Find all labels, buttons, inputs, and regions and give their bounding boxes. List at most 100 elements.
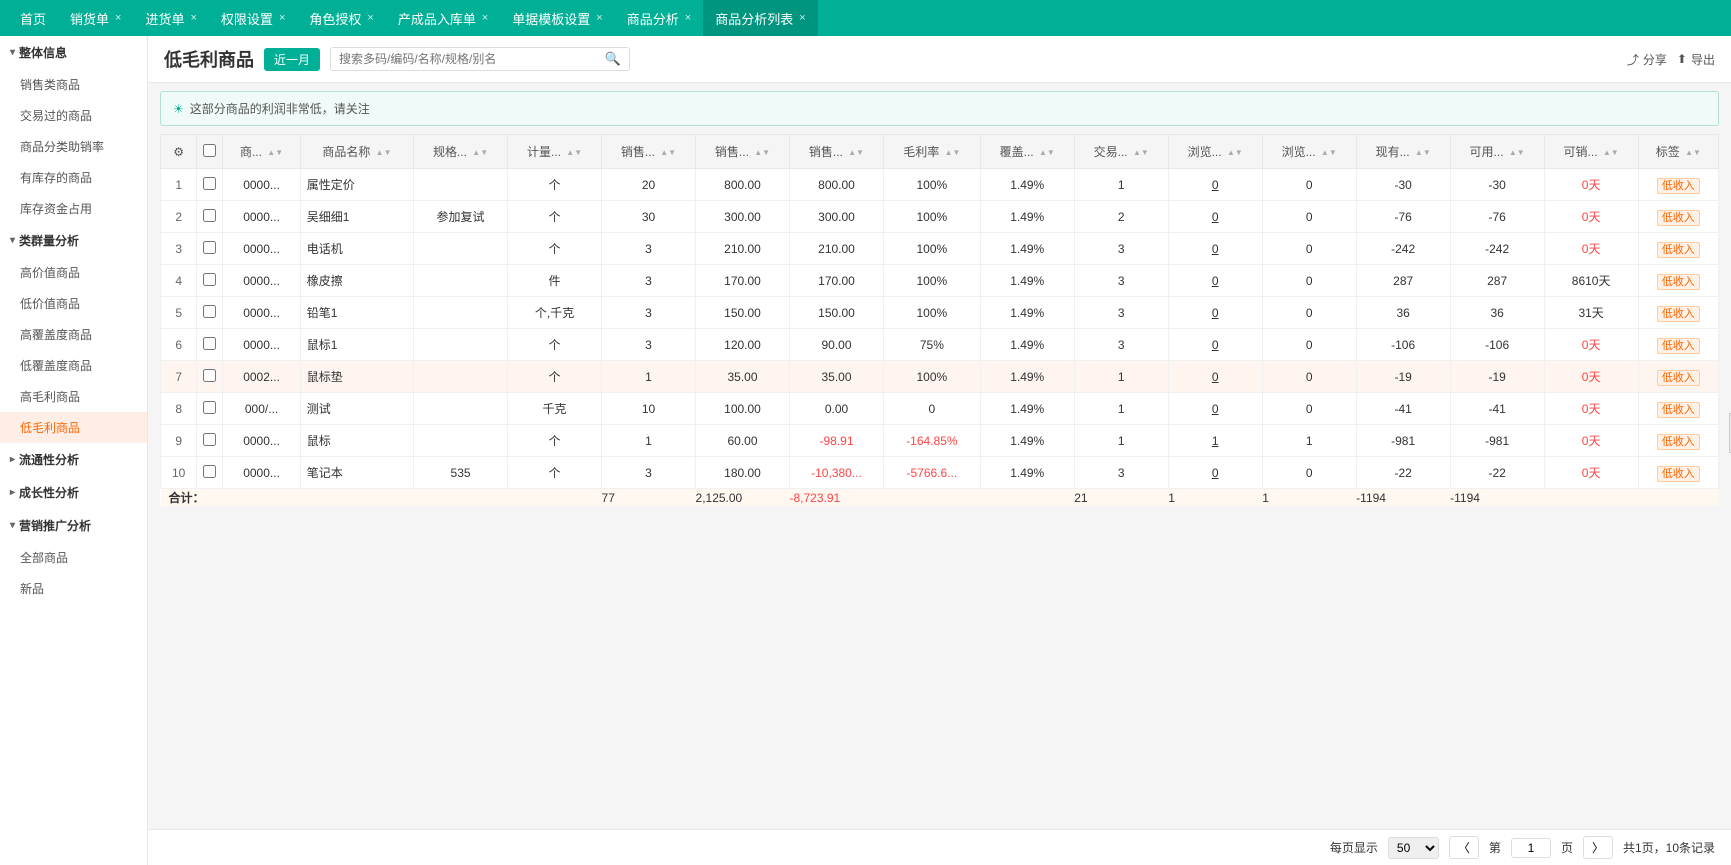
sidebar-section-overall[interactable]: ▾ 整体信息 [0,36,147,69]
nav-product-entry[interactable]: 产成品入库单 × [386,0,500,36]
row-checkbox[interactable] [197,361,223,393]
row-unit: 个 [508,201,602,233]
row-spec [414,265,508,297]
sidebar-item-stocked-goods[interactable]: 有库存的商品 [0,162,147,193]
row-browse1[interactable]: 0 [1168,329,1262,361]
row-browse1[interactable]: 0 [1168,457,1262,489]
col-name[interactable]: 商品名称 ▲▼ [300,135,413,169]
col-checkbox-all[interactable] [197,135,223,169]
row-checkbox[interactable] [197,201,223,233]
row-select-checkbox[interactable] [203,241,216,254]
page-input[interactable] [1511,838,1551,858]
row-browse1[interactable]: 1 [1168,425,1262,457]
search-input[interactable] [339,52,605,66]
col-spec[interactable]: 规格... ▲▼ [414,135,508,169]
sidebar-item-high-coverage[interactable]: 高覆盖度商品 [0,319,147,350]
nav-purchase-close[interactable]: × [190,12,196,24]
sidebar-item-low-value[interactable]: 低价值商品 [0,288,147,319]
select-all-checkbox[interactable] [203,144,216,157]
nav-goods-analysis-list-close[interactable]: × [799,12,805,24]
row-select-checkbox[interactable] [203,273,216,286]
nav-sales-close[interactable]: × [115,12,121,24]
row-checkbox[interactable] [197,457,223,489]
col-transaction[interactable]: 交易... ▲▼ [1074,135,1168,169]
row-checkbox[interactable] [197,329,223,361]
col-gross-margin[interactable]: 毛利率 ▲▼ [883,135,980,169]
share-button[interactable]: ⤴ 分享 [1627,51,1667,68]
row-select-checkbox[interactable] [203,401,216,414]
nav-goods-analysis[interactable]: 商品分析 × [615,0,703,36]
row-code: 0000... [223,297,300,329]
row-select-checkbox[interactable] [203,209,216,222]
date-filter-button[interactable]: 近一月 [264,48,320,71]
sidebar-item-stock-funds[interactable]: 库存资金占用 [0,193,147,224]
col-unit[interactable]: 计量... ▲▼ [508,135,602,169]
sidebar-item-all-goods[interactable]: 全部商品 [0,542,147,573]
per-page-select[interactable]: 50 100 200 [1388,837,1439,859]
nav-role-close[interactable]: × [367,12,373,24]
sidebar-item-category-sales-rate[interactable]: 商品分类助销率 [0,131,147,162]
nav-goods-analysis-close[interactable]: × [685,12,691,24]
col-sale-qty[interactable]: 销售... ▲▼ [602,135,696,169]
row-checkbox[interactable] [197,297,223,329]
col-browse1[interactable]: 浏览... ▲▼ [1168,135,1262,169]
prev-page-button[interactable]: 〈 [1449,836,1479,859]
nav-goods-analysis-list[interactable]: 商品分析列表 × [703,0,817,36]
row-checkbox[interactable] [197,233,223,265]
sidebar-item-sales-goods[interactable]: 销售类商品 [0,69,147,100]
col-sale-profit[interactable]: 销售... ▲▼ [790,135,884,169]
sidebar-item-new-goods[interactable]: 新品 [0,573,147,604]
col-coverage[interactable]: 覆盖... ▲▼ [980,135,1074,169]
row-browse1[interactable]: 0 [1168,361,1262,393]
row-select-checkbox[interactable] [203,465,216,478]
col-saleable[interactable]: 可销... ▲▼ [1544,135,1638,169]
col-browse2[interactable]: 浏览... ▲▼ [1262,135,1356,169]
row-select-checkbox[interactable] [203,433,216,446]
nav-role[interactable]: 角色授权 × [297,0,385,36]
row-select-checkbox[interactable] [203,337,216,350]
row-available: -41 [1450,393,1544,425]
row-browse1[interactable]: 0 [1168,169,1262,201]
row-browse1[interactable]: 0 [1168,297,1262,329]
row-browse1[interactable]: 0 [1168,201,1262,233]
sidebar-item-low-coverage[interactable]: 低覆盖度商品 [0,350,147,381]
col-tag[interactable]: 标签 ▲▼ [1638,135,1718,169]
search-box[interactable]: 🔍 [330,47,630,71]
row-current-stock: -981 [1356,425,1450,457]
row-checkbox[interactable] [197,425,223,457]
row-browse1[interactable]: 0 [1168,265,1262,297]
nav-home[interactable]: 首页 [8,0,58,36]
sidebar-item-traded-goods[interactable]: 交易过的商品 [0,100,147,131]
nav-purchase[interactable]: 进货单 × [133,0,208,36]
row-tag: 低收入 [1638,457,1718,489]
row-select-checkbox[interactable] [203,369,216,382]
sidebar-section-marketing[interactable]: ▾ 营销推广分析 [0,509,147,542]
col-current-stock[interactable]: 现有... ▲▼ [1356,135,1450,169]
row-select-checkbox[interactable] [203,177,216,190]
sidebar-item-low-margin[interactable]: 低毛利商品 [0,412,147,443]
sidebar-item-high-value[interactable]: 高价值商品 [0,257,147,288]
row-select-checkbox[interactable] [203,305,216,318]
nav-product-entry-close[interactable]: × [482,12,488,24]
row-checkbox[interactable] [197,265,223,297]
nav-template-close[interactable]: × [596,12,602,24]
col-available[interactable]: 可用... ▲▼ [1450,135,1544,169]
export-label: 导出 [1691,51,1715,68]
row-checkbox[interactable] [197,169,223,201]
row-browse1[interactable]: 0 [1168,393,1262,425]
col-settings[interactable]: ⚙ [161,135,197,169]
sidebar-section-liquidity[interactable]: ▸ 流通性分析 [0,443,147,476]
nav-permission[interactable]: 权限设置 × [209,0,297,36]
sidebar-item-high-margin[interactable]: 高毛利商品 [0,381,147,412]
next-page-button[interactable]: 〉 [1583,836,1613,859]
col-code[interactable]: 商... ▲▼ [223,135,300,169]
nav-permission-close[interactable]: × [279,12,285,24]
row-browse1[interactable]: 0 [1168,233,1262,265]
nav-sales[interactable]: 销货单 × [58,0,133,36]
sidebar-section-growth[interactable]: ▸ 成长性分析 [0,476,147,509]
col-sale-amount[interactable]: 销售... ▲▼ [696,135,790,169]
row-checkbox[interactable] [197,393,223,425]
nav-template[interactable]: 单据模板设置 × [500,0,614,36]
sidebar-section-group-analysis[interactable]: ▾ 类群量分析 [0,224,147,257]
export-button[interactable]: ⬆ 导出 [1677,51,1715,68]
